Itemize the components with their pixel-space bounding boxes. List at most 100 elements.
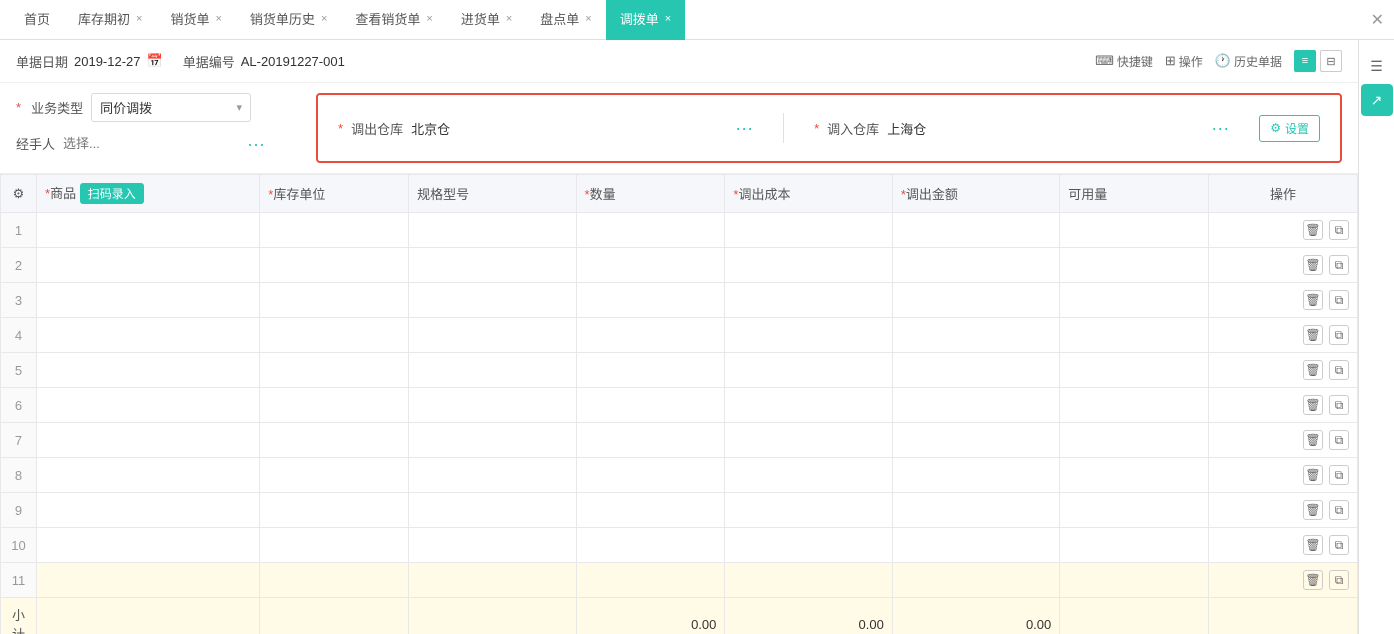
unit-cell[interactable] [260, 528, 409, 563]
unit-cell[interactable] [260, 318, 409, 353]
spec-cell[interactable] [409, 353, 576, 388]
amount-cell[interactable] [892, 213, 1059, 248]
layout-list-icon[interactable]: ≡ [1294, 50, 1316, 72]
handler-input[interactable] [63, 136, 239, 151]
close-icon[interactable]: × [506, 13, 512, 25]
product-cell[interactable] [37, 563, 260, 598]
product-cell[interactable] [37, 318, 260, 353]
product-cell[interactable] [37, 388, 260, 423]
close-icon[interactable]: × [321, 13, 327, 25]
layout-grid-icon[interactable]: ⊟ [1320, 50, 1342, 72]
qty-cell[interactable] [576, 353, 725, 388]
tab-inventory-check[interactable]: 盘点单 × [526, 0, 605, 40]
copy-icon[interactable]: ⧉ [1329, 535, 1349, 555]
cost-cell[interactable] [725, 248, 892, 283]
business-type-select[interactable]: 同价调拨 ▾ [91, 93, 251, 122]
unit-cell[interactable] [260, 283, 409, 318]
tab-inventory-init[interactable]: 库存期初 × [64, 0, 156, 40]
delete-icon[interactable]: 🗑 [1303, 325, 1323, 345]
product-cell[interactable] [37, 213, 260, 248]
copy-icon[interactable]: ⧉ [1329, 255, 1349, 275]
amount-cell[interactable] [892, 388, 1059, 423]
copy-icon[interactable]: ⧉ [1329, 500, 1349, 520]
tab-transfer[interactable]: 调拨单 × [606, 0, 685, 40]
product-cell[interactable] [37, 248, 260, 283]
product-cell[interactable] [37, 353, 260, 388]
amount-cell[interactable] [892, 318, 1059, 353]
tab-view-sales[interactable]: 查看销货单 × [341, 0, 446, 40]
qty-cell[interactable] [576, 388, 725, 423]
spec-cell[interactable] [409, 493, 576, 528]
copy-icon[interactable]: ⧉ [1329, 220, 1349, 240]
amount-cell[interactable] [892, 493, 1059, 528]
qty-cell[interactable] [576, 213, 725, 248]
close-icon[interactable]: × [136, 13, 142, 25]
spec-cell[interactable] [409, 388, 576, 423]
product-cell[interactable] [37, 423, 260, 458]
copy-icon[interactable]: ⧉ [1329, 290, 1349, 310]
amount-cell[interactable] [892, 458, 1059, 493]
delete-icon[interactable]: 🗑 [1303, 255, 1323, 275]
close-icon[interactable]: × [665, 13, 671, 25]
product-cell[interactable] [37, 493, 260, 528]
shortcuts-button[interactable]: ⌨ 快捷键 [1095, 53, 1153, 70]
close-icon[interactable]: × [215, 13, 221, 25]
amount-cell[interactable] [892, 563, 1059, 598]
setting-button[interactable]: ⚙ 设置 [1259, 115, 1320, 142]
unit-cell[interactable] [260, 423, 409, 458]
close-icon[interactable]: × [426, 13, 432, 25]
qty-cell[interactable] [576, 458, 725, 493]
delete-icon[interactable]: 🗑 [1303, 360, 1323, 380]
product-cell[interactable] [37, 528, 260, 563]
spec-cell[interactable] [409, 318, 576, 353]
unit-cell[interactable] [260, 388, 409, 423]
delete-icon[interactable]: 🗑 [1303, 500, 1323, 520]
delete-icon[interactable]: 🗑 [1303, 570, 1323, 590]
amount-cell[interactable] [892, 248, 1059, 283]
delete-icon[interactable]: 🗑 [1303, 220, 1323, 240]
unit-cell[interactable] [260, 493, 409, 528]
copy-icon[interactable]: ⧉ [1329, 430, 1349, 450]
sidebar-export-icon[interactable]: ↗ [1361, 84, 1393, 116]
copy-icon[interactable]: ⧉ [1329, 570, 1349, 590]
spec-cell[interactable] [409, 213, 576, 248]
cost-cell[interactable] [725, 528, 892, 563]
cost-cell[interactable] [725, 458, 892, 493]
product-cell[interactable] [37, 458, 260, 493]
qty-cell[interactable] [576, 528, 725, 563]
tab-purchase-order[interactable]: 进货单 × [447, 0, 526, 40]
product-cell[interactable] [37, 283, 260, 318]
tab-sales-order[interactable]: 销货单 × [156, 0, 235, 40]
copy-icon[interactable]: ⧉ [1329, 465, 1349, 485]
close-window-button[interactable]: ✕ [1371, 10, 1384, 30]
tab-home[interactable]: 首页 [10, 0, 64, 40]
unit-cell[interactable] [260, 353, 409, 388]
spec-cell[interactable] [409, 458, 576, 493]
qty-cell[interactable] [576, 493, 725, 528]
spec-cell[interactable] [409, 528, 576, 563]
qty-cell[interactable] [576, 563, 725, 598]
amount-cell[interactable] [892, 528, 1059, 563]
cost-cell[interactable] [725, 423, 892, 458]
copy-icon[interactable]: ⧉ [1329, 395, 1349, 415]
cost-cell[interactable] [725, 283, 892, 318]
delete-icon[interactable]: 🗑 [1303, 535, 1323, 555]
spec-cell[interactable] [409, 283, 576, 318]
cost-cell[interactable] [725, 563, 892, 598]
qty-cell[interactable] [576, 318, 725, 353]
scan-button[interactable]: 扫码录入 [80, 183, 144, 204]
unit-cell[interactable] [260, 213, 409, 248]
delete-icon[interactable]: 🗑 [1303, 290, 1323, 310]
amount-cell[interactable] [892, 353, 1059, 388]
unit-cell[interactable] [260, 248, 409, 283]
cost-cell[interactable] [725, 388, 892, 423]
copy-icon[interactable]: ⧉ [1329, 360, 1349, 380]
warehouse-out-more-button[interactable]: ··· [735, 119, 753, 137]
history-button[interactable]: 🕐 历史单据 [1215, 53, 1282, 70]
amount-cell[interactable] [892, 423, 1059, 458]
close-icon[interactable]: × [585, 13, 591, 25]
tab-sales-history[interactable]: 销货单历史 × [236, 0, 341, 40]
sidebar-list-icon[interactable]: ☰ [1361, 50, 1393, 82]
unit-cell[interactable] [260, 458, 409, 493]
operations-button[interactable]: ⊞ 操作 [1165, 53, 1203, 70]
